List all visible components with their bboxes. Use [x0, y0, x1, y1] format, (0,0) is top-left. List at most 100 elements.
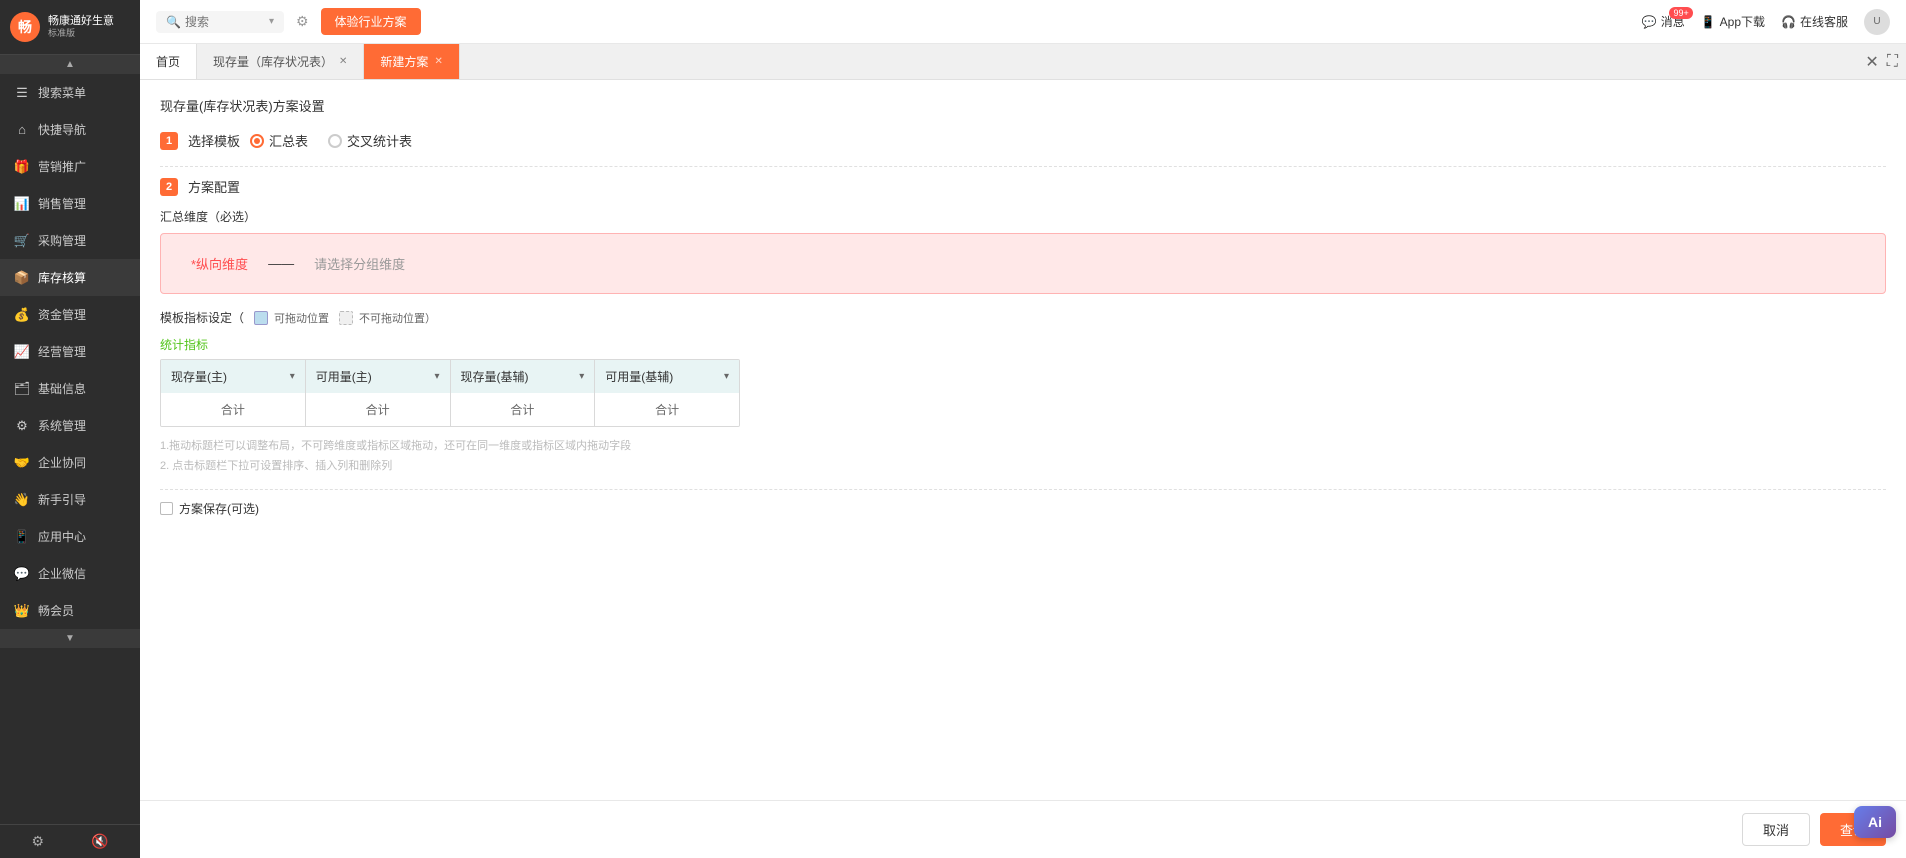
tab-inventory-status[interactable]: 现存量（库存状况表） ✕ — [197, 44, 364, 79]
sidebar-item-guide[interactable]: 👋 新手引导 — [0, 481, 140, 518]
search-input[interactable] — [185, 15, 265, 29]
dimension-box[interactable]: *纵向维度 —— 请选择分组维度 — [160, 233, 1886, 294]
sidebar-item-quick-nav[interactable]: ⌂ 快捷导航 — [0, 111, 140, 148]
indicator-setting-label: 模板指标设定（ 可拖动位置 不可拖动位置） — [160, 309, 1886, 326]
tabbar-controls: ✕ ⛶ — [1865, 52, 1906, 72]
topbar-right: 💬 消息 99+ 📱 App下载 🎧 在线客服 U — [1642, 9, 1890, 35]
marketing-icon: 🎁 — [14, 159, 30, 175]
cancel-button[interactable]: 取消 — [1742, 813, 1810, 846]
dim-required-text: *纵向维度 — [191, 254, 248, 273]
operation-icon: 📈 — [14, 344, 30, 360]
system-icon: ⚙ — [14, 418, 30, 434]
tips-section: 1.拖动标题栏可以调整布局，不可跨维度或指标区域拖动，还可在同一维度或指标区域内… — [160, 437, 1886, 473]
sidebar-item-operation[interactable]: 📈 经营管理 — [0, 333, 140, 370]
sidebar-item-system[interactable]: ⚙ 系统管理 — [0, 407, 140, 444]
cooperation-icon: 🤝 — [14, 455, 30, 471]
legend-draggable: 可拖动位置 — [254, 310, 329, 326]
sidebar-item-cooperation[interactable]: 🤝 企业协同 — [0, 444, 140, 481]
ai-fab-button[interactable]: Ai — [1854, 806, 1896, 838]
col-header-1[interactable]: 可用量(主) ▾ — [306, 360, 451, 393]
sidebar-item-app-center[interactable]: 📱 应用中心 — [0, 518, 140, 555]
tab-inventory-label: 现存量（库存状况表） — [213, 53, 333, 70]
topbar-gear-icon[interactable]: ⚙ — [296, 13, 309, 30]
sidebar-item-label: 快捷导航 — [38, 121, 86, 138]
tab-expand-ctrl-icon[interactable]: ⛶ — [1887, 53, 1898, 71]
inventory-icon: 📦 — [14, 270, 30, 286]
app-badge: 标准版 — [48, 28, 114, 40]
sidebar-scroll-down[interactable]: ▼ — [0, 629, 140, 648]
page-title: 现存量(库存状况表)方案设置 — [160, 96, 1886, 115]
sidebar-item-label: 企业微信 — [38, 565, 86, 582]
radio-cross[interactable]: 交叉统计表 — [328, 131, 412, 150]
app-download-button[interactable]: 📱 App下载 — [1701, 13, 1765, 30]
tab-new-plan-close-icon[interactable]: ✕ — [434, 56, 442, 67]
section2-num: 2 — [160, 178, 178, 196]
message-badge: 99+ — [1669, 7, 1692, 19]
section1-num: 1 — [160, 132, 178, 150]
sidebar-bottom: ⚙ 🔇 — [0, 824, 140, 858]
tab-new-plan[interactable]: 新建方案 ✕ — [364, 44, 459, 79]
search-icon: 🔍 — [166, 15, 181, 29]
sidebar-item-search-menu[interactable]: ☰ 搜索菜单 — [0, 74, 140, 111]
section-template: 1 选择模板 汇总表 交叉统计表 — [160, 131, 1886, 150]
col-value-1: 合计 — [306, 393, 451, 426]
stat-table-body: 合计 合计 合计 合计 — [161, 393, 739, 426]
sidebar-item-finance[interactable]: 💰 资金管理 — [0, 296, 140, 333]
headset-icon: 🎧 — [1781, 15, 1796, 29]
sidebar-item-wechat[interactable]: 💬 企业微信 — [0, 555, 140, 592]
dim-arrow: —— — [268, 256, 294, 271]
col-value-3: 合计 — [595, 393, 739, 426]
section2-title: 方案配置 — [188, 177, 240, 196]
radio-cross-circle — [328, 134, 342, 148]
tab-home[interactable]: 首页 — [140, 44, 197, 79]
tab-close-ctrl-icon[interactable]: ✕ — [1865, 52, 1878, 72]
sidebar-item-basic-info[interactable]: 🗂 基础信息 — [0, 370, 140, 407]
sidebar: 畅 畅康通好生意 标准版 ▲ ☰ 搜索菜单 ⌂ 快捷导航 🎁 营销推广 📊 销售… — [0, 0, 140, 858]
basic-info-icon: 🗂 — [14, 381, 30, 397]
footer: 取消 查询 — [140, 800, 1906, 858]
settings-icon[interactable]: ⚙ — [32, 833, 45, 850]
radio-cross-label: 交叉统计表 — [347, 131, 412, 150]
trial-button[interactable]: 体验行业方案 — [321, 8, 421, 35]
user-avatar[interactable]: U — [1864, 9, 1890, 35]
col-header-3[interactable]: 可用量(基辅) ▾ — [595, 360, 739, 393]
col-header-0[interactable]: 现存量(主) ▾ — [161, 360, 306, 393]
legend-fixed: 不可拖动位置） — [339, 310, 436, 326]
tab-inventory-close-icon[interactable]: ✕ — [339, 56, 347, 67]
service-button[interactable]: 🎧 在线客服 — [1781, 13, 1848, 30]
sidebar-item-purchase[interactable]: 🛒 采购管理 — [0, 222, 140, 259]
scheme-save-checkbox[interactable] — [160, 502, 173, 515]
tab-new-plan-label: 新建方案 — [380, 53, 428, 70]
search-chevron-icon: ▾ — [269, 16, 274, 27]
sidebar-item-label: 基础信息 — [38, 380, 86, 397]
quick-nav-icon: ⌂ — [14, 122, 30, 138]
sidebar-item-sales[interactable]: 📊 销售管理 — [0, 185, 140, 222]
section-divider-2 — [160, 489, 1886, 490]
section1-title: 选择模板 — [188, 131, 240, 150]
legend-fixed-box — [339, 311, 353, 325]
app-center-icon: 📱 — [14, 529, 30, 545]
audio-icon[interactable]: 🔇 — [91, 833, 108, 850]
sales-icon: 📊 — [14, 196, 30, 212]
col-header-2[interactable]: 现存量(基辅) ▾ — [451, 360, 596, 393]
radio-summary[interactable]: 汇总表 — [250, 131, 308, 150]
message-button[interactable]: 💬 消息 99+ — [1642, 13, 1685, 30]
content-area: 现存量(库存状况表)方案设置 1 选择模板 汇总表 交叉统计表 — [140, 80, 1906, 800]
topbar-search-area[interactable]: 🔍 ▾ — [156, 11, 284, 33]
member-icon: 👑 — [14, 603, 30, 619]
search-menu-icon: ☰ — [14, 85, 30, 101]
sidebar-item-inventory[interactable]: 📦 库存核算 — [0, 259, 140, 296]
sidebar-scroll-up[interactable]: ▲ — [0, 55, 140, 74]
sidebar-item-label: 采购管理 — [38, 232, 86, 249]
purchase-icon: 🛒 — [14, 233, 30, 249]
sidebar-item-marketing[interactable]: 🎁 营销推广 — [0, 148, 140, 185]
col-chevron-2: ▾ — [579, 371, 584, 382]
sidebar-item-label: 新手引导 — [38, 491, 86, 508]
sidebar-item-label: 搜索菜单 — [38, 84, 86, 101]
sidebar-item-member[interactable]: 👑 畅会员 — [0, 592, 140, 629]
sidebar-item-label: 销售管理 — [38, 195, 86, 212]
logo-text: 畅康通好生意 标准版 — [48, 14, 114, 40]
col-chevron-1: ▾ — [434, 371, 439, 382]
legend-draggable-text: 可拖动位置 — [274, 310, 329, 326]
stat-table: 现存量(主) ▾ 可用量(主) ▾ 现存量(基辅) ▾ 可用量(基辅) ▾ — [160, 359, 740, 427]
